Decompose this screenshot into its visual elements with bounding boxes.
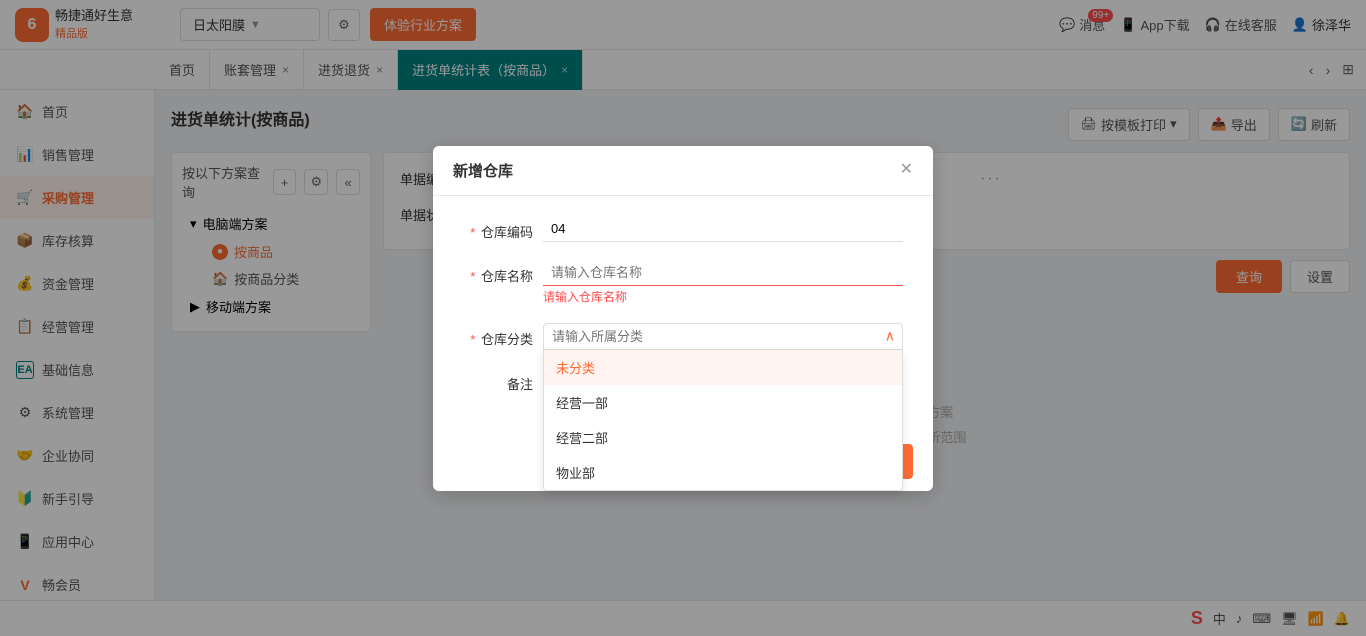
dropdown-item-unclassified[interactable]: 未分类 xyxy=(544,350,902,385)
modal-overlay: 新增仓库 ✕ * 仓库编码 * 仓库名称 xyxy=(0,0,1366,636)
category-arrow-icon[interactable]: ∧ xyxy=(885,328,895,345)
modal-close-button[interactable]: ✕ xyxy=(900,162,913,178)
category-control: ∧ 未分类 经营一部 经营二部 物业部 xyxy=(543,323,903,350)
category-input[interactable] xyxy=(543,323,903,350)
code-control xyxy=(543,216,903,242)
code-label: * 仓库编码 xyxy=(463,216,543,241)
name-input[interactable] xyxy=(543,260,903,286)
dropdown-item-dept2[interactable]: 经营二部 xyxy=(544,420,902,455)
form-row-code: * 仓库编码 xyxy=(463,216,903,242)
modal-title: 新增仓库 xyxy=(453,160,513,181)
name-error-msg: 请输入仓库名称 xyxy=(543,288,903,305)
remarks-label: 备注 xyxy=(463,368,543,393)
category-input-wrap: ∧ 未分类 经营一部 经营二部 物业部 xyxy=(543,323,903,350)
modal-body: * 仓库编码 * 仓库名称 请输入仓库名称 xyxy=(433,196,933,432)
name-control: 请输入仓库名称 xyxy=(543,260,903,305)
category-dropdown: 未分类 经营一部 经营二部 物业部 xyxy=(543,350,903,491)
code-input[interactable] xyxy=(543,216,903,242)
dropdown-item-dept1[interactable]: 经营一部 xyxy=(544,385,902,420)
name-label: * 仓库名称 xyxy=(463,260,543,285)
required-star: * xyxy=(470,225,475,240)
add-warehouse-modal: 新增仓库 ✕ * 仓库编码 * 仓库名称 xyxy=(433,146,933,491)
category-label: * 仓库分类 xyxy=(463,323,543,348)
modal-header: 新增仓库 ✕ xyxy=(433,146,933,196)
dropdown-item-dept3[interactable]: 物业部 xyxy=(544,455,902,490)
form-row-category: * 仓库分类 ∧ 未分类 经营一部 经营二部 物业部 xyxy=(463,323,903,350)
form-row-name: * 仓库名称 请输入仓库名称 xyxy=(463,260,903,305)
